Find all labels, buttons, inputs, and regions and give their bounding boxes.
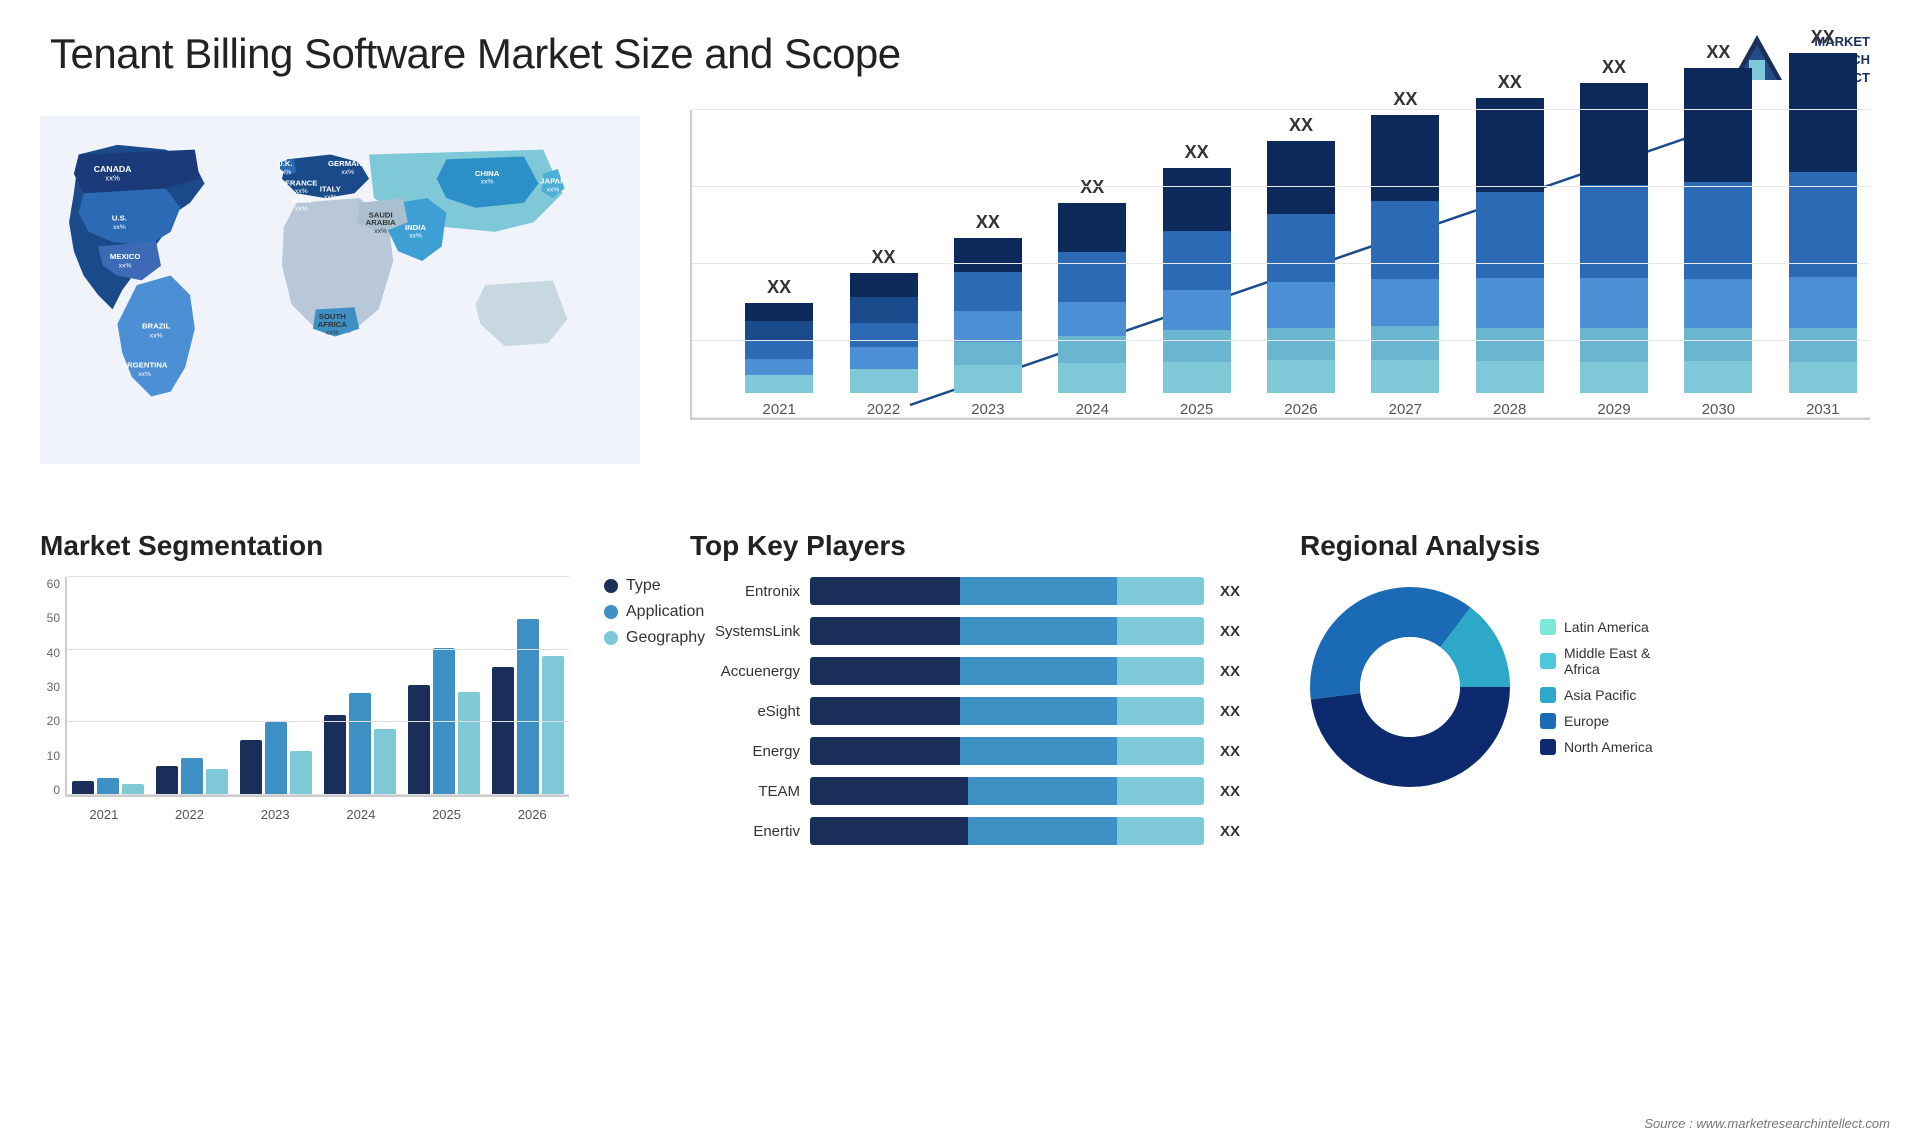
seg-bars (65, 577, 569, 797)
bar-2022: XX 2022 (836, 247, 930, 418)
market-segmentation: Market Segmentation 0 10 20 30 40 50 60 (20, 520, 660, 855)
color-asia-pacific (1540, 687, 1556, 703)
legend-asia-pacific: Asia Pacific (1540, 687, 1653, 703)
svg-text:xx%: xx% (119, 263, 132, 270)
map-section: CANADA xx% U.S. xx% MEXICO xx% BRAZIL xx… (20, 100, 660, 520)
legend-dot-application (604, 605, 618, 619)
brazil-label: BRAZIL (142, 322, 171, 331)
legend-north-america: North America (1540, 739, 1653, 755)
y-labels: 0 10 20 30 40 50 60 (40, 577, 60, 797)
label-europe: Europe (1564, 713, 1609, 729)
seg-bar-2026 (492, 619, 564, 795)
player-entronix: Entronix XX (690, 577, 1250, 605)
donut-legend: Latin America Middle East &Africa Asia P… (1540, 619, 1653, 755)
bar-2023: XX 2023 (941, 212, 1035, 418)
donut-container: Latin America Middle East &Africa Asia P… (1300, 577, 1880, 797)
seg-chart: 0 10 20 30 40 50 60 (40, 577, 569, 822)
source-text: Source : www.marketresearchintellect.com (1644, 1116, 1890, 1131)
svg-text:xx%: xx% (105, 174, 120, 183)
label-north-america: North America (1564, 739, 1653, 755)
germany-label: GERMANY (328, 159, 368, 168)
player-systemslink: SystemsLink XX (690, 617, 1250, 645)
player-accuenergy: Accuenergy XX (690, 657, 1250, 685)
china-label: CHINA (475, 169, 500, 178)
legend-latin-america: Latin America (1540, 619, 1653, 635)
svg-text:xx%: xx% (324, 194, 337, 201)
bar-2024: XX 2024 (1045, 177, 1139, 418)
world-map-svg: CANADA xx% U.S. xx% MEXICO xx% BRAZIL xx… (40, 110, 640, 470)
france-label: FRANCE (285, 178, 317, 187)
segmentation-content: 0 10 20 30 40 50 60 (40, 577, 640, 822)
seg-x-labels: 2021 2022 2023 2024 2025 2026 (67, 802, 569, 822)
color-europe (1540, 713, 1556, 729)
legend-dot-geography (604, 631, 618, 645)
svg-text:xx%: xx% (138, 371, 151, 378)
bottom-right-area: Top Key Players Entronix XX SystemsLink (660, 520, 1900, 855)
player-esight: eSight XX (690, 697, 1250, 725)
argentina-label: ARGENTINA (122, 360, 168, 369)
mexico-label: MEXICO (110, 252, 141, 261)
svg-text:ARABIA: ARABIA (366, 218, 396, 227)
uk-label: U.K. (277, 159, 292, 168)
svg-text:xx%: xx% (295, 188, 308, 195)
svg-text:xx%: xx% (113, 224, 126, 231)
players-list: Entronix XX SystemsLink (690, 577, 1250, 845)
donut-center (1360, 637, 1460, 737)
color-north-america (1540, 739, 1556, 755)
bar-2029: XX 2029 (1567, 57, 1661, 418)
seg-bar-2023 (240, 722, 312, 795)
world-map: CANADA xx% U.S. xx% MEXICO xx% BRAZIL xx… (40, 110, 640, 470)
india-label: INDIA (405, 223, 426, 232)
color-latin-america (1540, 619, 1556, 635)
bar-chart-container: XX 2021 XX (690, 110, 1870, 490)
seg-bar-2024 (324, 693, 396, 795)
main-content: CANADA xx% U.S. xx% MEXICO xx% BRAZIL xx… (0, 100, 1920, 855)
svg-text:xx%: xx% (326, 330, 339, 337)
svg-text:xx%: xx% (374, 228, 387, 235)
color-middle-east (1540, 653, 1556, 669)
bar-2028: XX 2028 (1463, 72, 1557, 418)
label-middle-east: Middle East &Africa (1564, 645, 1650, 677)
seg-bar-2022 (156, 758, 228, 795)
bar-2025: XX 2025 (1149, 142, 1243, 418)
bar-chart-bars: XX 2021 XX (690, 110, 1870, 420)
svg-text:xx%: xx% (295, 206, 308, 213)
bar-2021: XX 2021 (732, 277, 826, 418)
player-team: TEAM XX (690, 777, 1250, 805)
label-latin-america: Latin America (1564, 619, 1649, 635)
bar-2031: XX 2031 (1776, 27, 1870, 418)
legend-europe: Europe (1540, 713, 1653, 729)
bar-2027: XX 2027 (1358, 89, 1452, 418)
svg-text:AFRICA: AFRICA (318, 320, 348, 329)
svg-text:xx%: xx% (341, 169, 354, 176)
italy-label: ITALY (320, 184, 342, 193)
us-label: U.S. (112, 213, 127, 222)
svg-text:xx%: xx% (409, 233, 422, 240)
legend-middle-east: Middle East &Africa (1540, 645, 1653, 677)
japan-label: JAPAN (540, 177, 566, 186)
seg-bar-2021 (72, 778, 144, 795)
svg-text:xx%: xx% (150, 332, 163, 339)
players-title: Top Key Players (690, 530, 1250, 562)
spain-label: SPAIN (291, 198, 311, 205)
svg-text:xx%: xx% (278, 169, 291, 176)
player-energy: Energy XX (690, 737, 1250, 765)
player-enertiv: Enertiv XX (690, 817, 1250, 845)
svg-text:xx%: xx% (547, 186, 560, 193)
regional-title: Regional Analysis (1300, 530, 1880, 562)
legend-label-type: Type (626, 577, 661, 595)
svg-text:xx%: xx% (481, 179, 494, 186)
key-players-section: Top Key Players Entronix XX SystemsLink (660, 520, 1280, 855)
canada-label: CANADA (94, 164, 132, 174)
bar-chart-section: XX 2021 XX (660, 100, 1900, 520)
label-asia-pacific: Asia Pacific (1564, 687, 1636, 703)
legend-dot-type (604, 579, 618, 593)
page-title: Tenant Billing Software Market Size and … (50, 30, 901, 78)
bar-2030: XX 2030 (1671, 42, 1765, 418)
bar-2026: XX 2026 (1254, 115, 1348, 418)
segmentation-title: Market Segmentation (40, 530, 640, 562)
donut-chart (1300, 577, 1520, 797)
regional-section: Regional Analysis (1280, 520, 1900, 855)
